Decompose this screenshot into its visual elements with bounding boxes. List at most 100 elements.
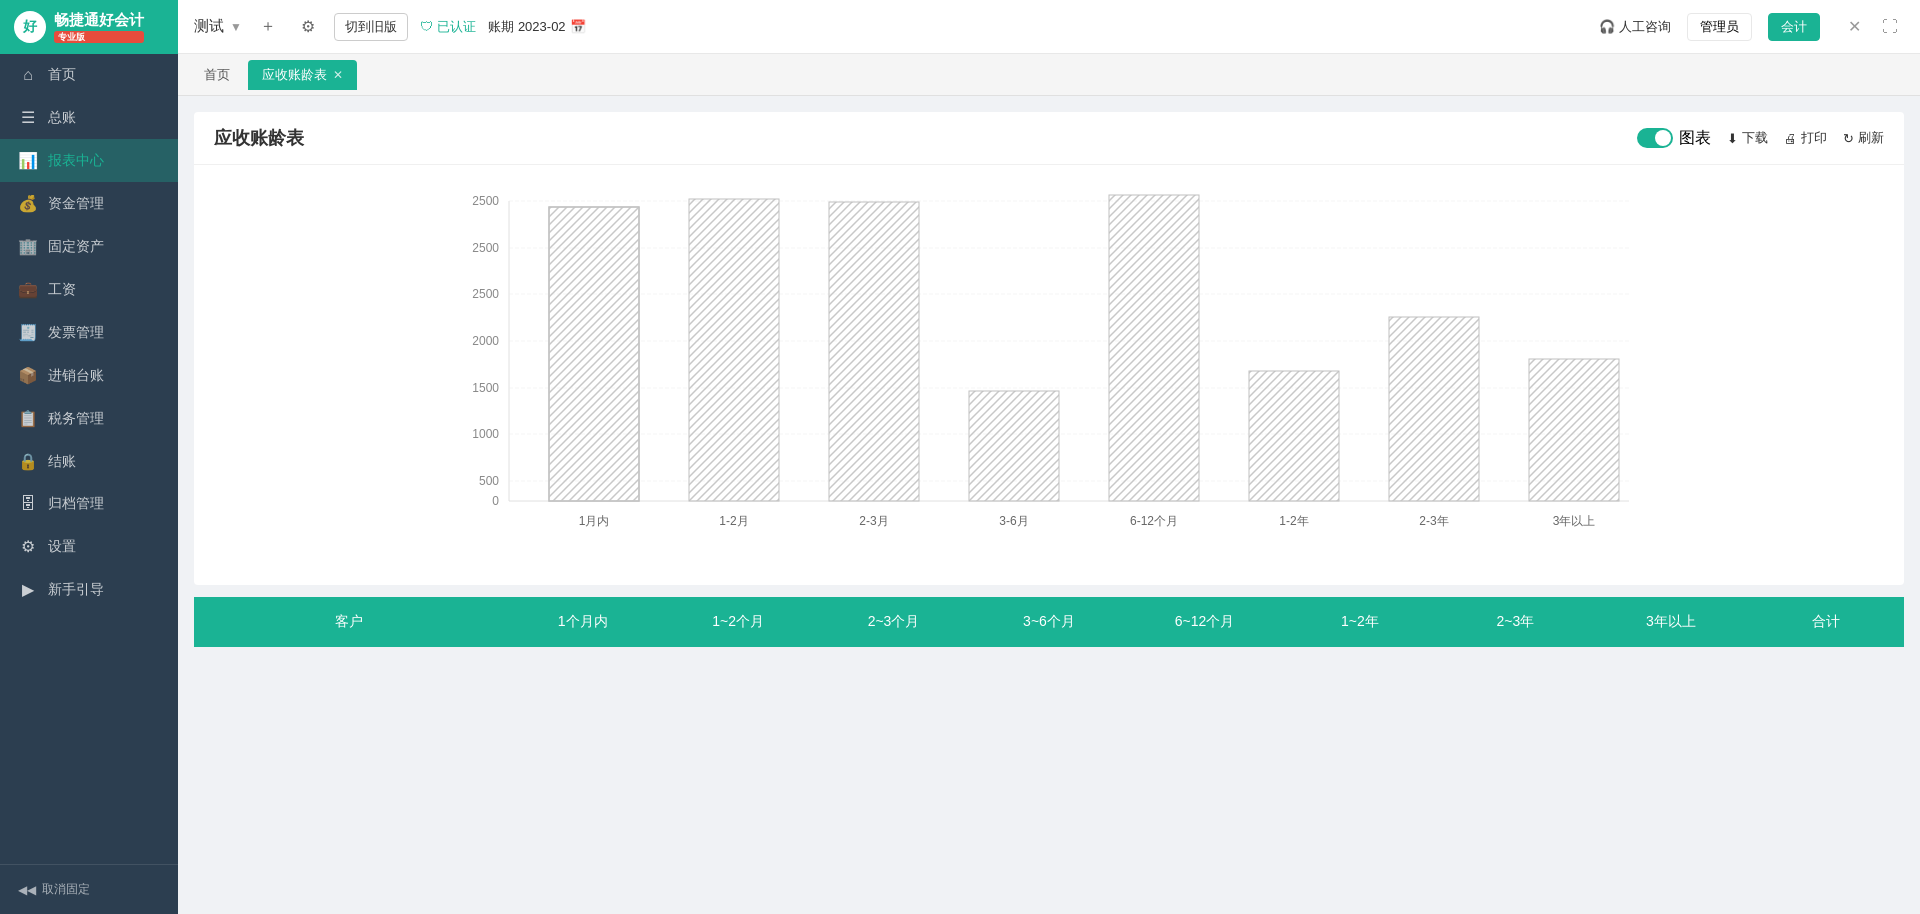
verified-label: 已认证 [437,18,476,36]
period-label: 账期 [488,18,514,36]
sidebar-label-archive: 归档管理 [48,495,104,513]
sidebar-item-reports[interactable]: 📊 报表中心 [0,139,178,182]
report-card: 应收账龄表 图表 ⬇ 下载 🖨 打印 [194,112,1904,585]
svg-text:2500: 2500 [472,241,499,255]
report-title: 应收账龄表 [214,126,304,150]
funds-icon: 💰 [18,194,38,213]
sidebar-item-tax[interactable]: 📋 税务管理 [0,397,178,440]
tax-icon: 📋 [18,409,38,428]
settings-gear-button[interactable]: ⚙ [294,13,322,41]
col-3-6month: 3~6个月 [971,597,1126,647]
sidebar-item-assets[interactable]: 🏢 固定资产 [0,225,178,268]
guide-icon: ▶ [18,580,38,599]
main-area: 测试 ▼ ＋ ⚙ 切到旧版 🛡 已认证 账期 2023-02 📅 🎧 人工咨询 … [178,0,1920,914]
sidebar-item-ledger[interactable]: ☰ 总账 [0,96,178,139]
tab-home-label: 首页 [204,66,230,84]
tab-home[interactable]: 首页 [190,60,244,90]
service-label: 人工咨询 [1619,18,1671,36]
calendar-icon: 📅 [570,19,586,34]
archive-icon: 🗄 [18,495,38,513]
company-label: 测试 [194,17,224,36]
sidebar-label-ledger: 总账 [48,109,76,127]
toggle-thumb [1655,130,1671,146]
sidebar-label-purchase: 进销台账 [48,367,104,385]
svg-text:1000: 1000 [472,427,499,441]
svg-text:0: 0 [492,494,499,508]
svg-text:2000: 2000 [472,334,499,348]
sidebar-item-invoices[interactable]: 🧾 发票管理 [0,311,178,354]
tab-aging-label: 应收账龄表 [262,66,327,84]
tabbar: 首页 应收账龄表 ✕ [178,54,1920,96]
service-button[interactable]: 🎧 人工咨询 [1599,18,1671,36]
tab-close-icon[interactable]: ✕ [333,68,343,82]
sidebar-item-guide[interactable]: ▶ 新手引导 [0,568,178,611]
col-total: 合计 [1749,597,1904,647]
verified-badge: 🛡 已认证 [420,18,476,36]
toggle-label: 图表 [1679,128,1711,149]
window-controls: ✕ ⛶ [1840,13,1904,41]
sidebar-label-funds: 资金管理 [48,195,104,213]
svg-text:2-3年: 2-3年 [1419,514,1448,528]
svg-text:2500: 2500 [472,194,499,208]
report-actions: 图表 ⬇ 下载 🖨 打印 ↻ 刷新 [1637,128,1884,149]
refresh-button[interactable]: ↻ 刷新 [1843,129,1884,147]
payroll-icon: 💼 [18,280,38,299]
cancel-fixed-button[interactable]: ◀◀ 取消固定 [14,875,164,904]
sidebar-item-purchase[interactable]: 📦 进销台账 [0,354,178,397]
sidebar-nav: ⌂ 首页 ☰ 总账 📊 报表中心 💰 资金管理 🏢 固定资产 💼 工资 🧾 发票… [0,54,178,864]
svg-rect-20 [969,391,1059,501]
col-2-3year: 2~3年 [1438,597,1593,647]
logo-icon: 好 [14,11,46,43]
svg-rect-22 [1249,371,1339,501]
sidebar: 好 畅捷通好会计 专业版 ⌂ 首页 ☰ 总账 📊 报表中心 💰 资金管理 🏢 固… [0,0,178,914]
chart-container: 2500 2500 2500 2000 1500 1000 500 0 [194,165,1904,585]
svg-rect-21 [1109,195,1199,501]
svg-text:500: 500 [479,474,499,488]
sidebar-item-archive[interactable]: 🗄 归档管理 [0,483,178,525]
print-icon: 🖨 [1784,131,1797,146]
col-6-12month: 6~12个月 [1127,597,1282,647]
download-button[interactable]: ⬇ 下载 [1727,129,1768,147]
switch-version-button[interactable]: 切到旧版 [334,13,408,41]
sidebar-item-settings[interactable]: ⚙ 设置 [0,525,178,568]
download-label: 下载 [1742,129,1768,147]
print-button[interactable]: 🖨 打印 [1784,129,1827,147]
headset-icon: 🎧 [1599,19,1615,34]
company-name: 测试 ▼ [194,17,242,36]
svg-text:1500: 1500 [472,381,499,395]
ledger-icon: ☰ [18,108,38,127]
sidebar-label-tax: 税务管理 [48,410,104,428]
company-dropdown-arrow: ▼ [230,20,242,34]
close-window-button[interactable]: ✕ [1840,13,1868,41]
add-button[interactable]: ＋ [254,13,282,41]
svg-text:1-2月: 1-2月 [719,514,748,528]
logo-text: 畅捷通好会计 专业版 [54,11,144,44]
svg-text:1月内: 1月内 [579,514,610,528]
sidebar-label-payroll: 工资 [48,281,76,299]
svg-text:3年以上: 3年以上 [1553,514,1596,528]
svg-text:6-12个月: 6-12个月 [1130,514,1178,528]
sidebar-label-settings: 设置 [48,538,76,556]
refresh-icon: ↻ [1843,131,1854,146]
sidebar-label-invoices: 发票管理 [48,324,104,342]
sidebar-item-payroll[interactable]: 💼 工资 [0,268,178,311]
sidebar-item-funds[interactable]: 💰 资金管理 [0,182,178,225]
invoices-icon: 🧾 [18,323,38,342]
bar-chart: 2500 2500 2500 2000 1500 1000 500 0 [214,181,1884,561]
svg-text:3-6月: 3-6月 [999,514,1028,528]
user-button[interactable]: 管理员 [1687,13,1752,41]
svg-text:2-3月: 2-3月 [859,514,888,528]
chart-toggle[interactable]: 图表 [1637,128,1711,149]
tab-aging[interactable]: 应收账龄表 ✕ [248,60,357,90]
closing-icon: 🔒 [18,452,38,471]
purchase-icon: 📦 [18,366,38,385]
svg-text:2500: 2500 [472,287,499,301]
sidebar-item-home[interactable]: ⌂ 首页 [0,54,178,96]
svg-rect-17 [549,207,639,501]
role-button[interactable]: 会计 [1768,13,1820,41]
expand-window-button[interactable]: ⛶ [1876,13,1904,41]
period-value: 2023-02 [518,19,566,34]
app-logo: 好 畅捷通好会计 专业版 [0,0,178,54]
sidebar-item-closing[interactable]: 🔒 结账 [0,440,178,483]
svg-rect-23 [1389,317,1479,501]
